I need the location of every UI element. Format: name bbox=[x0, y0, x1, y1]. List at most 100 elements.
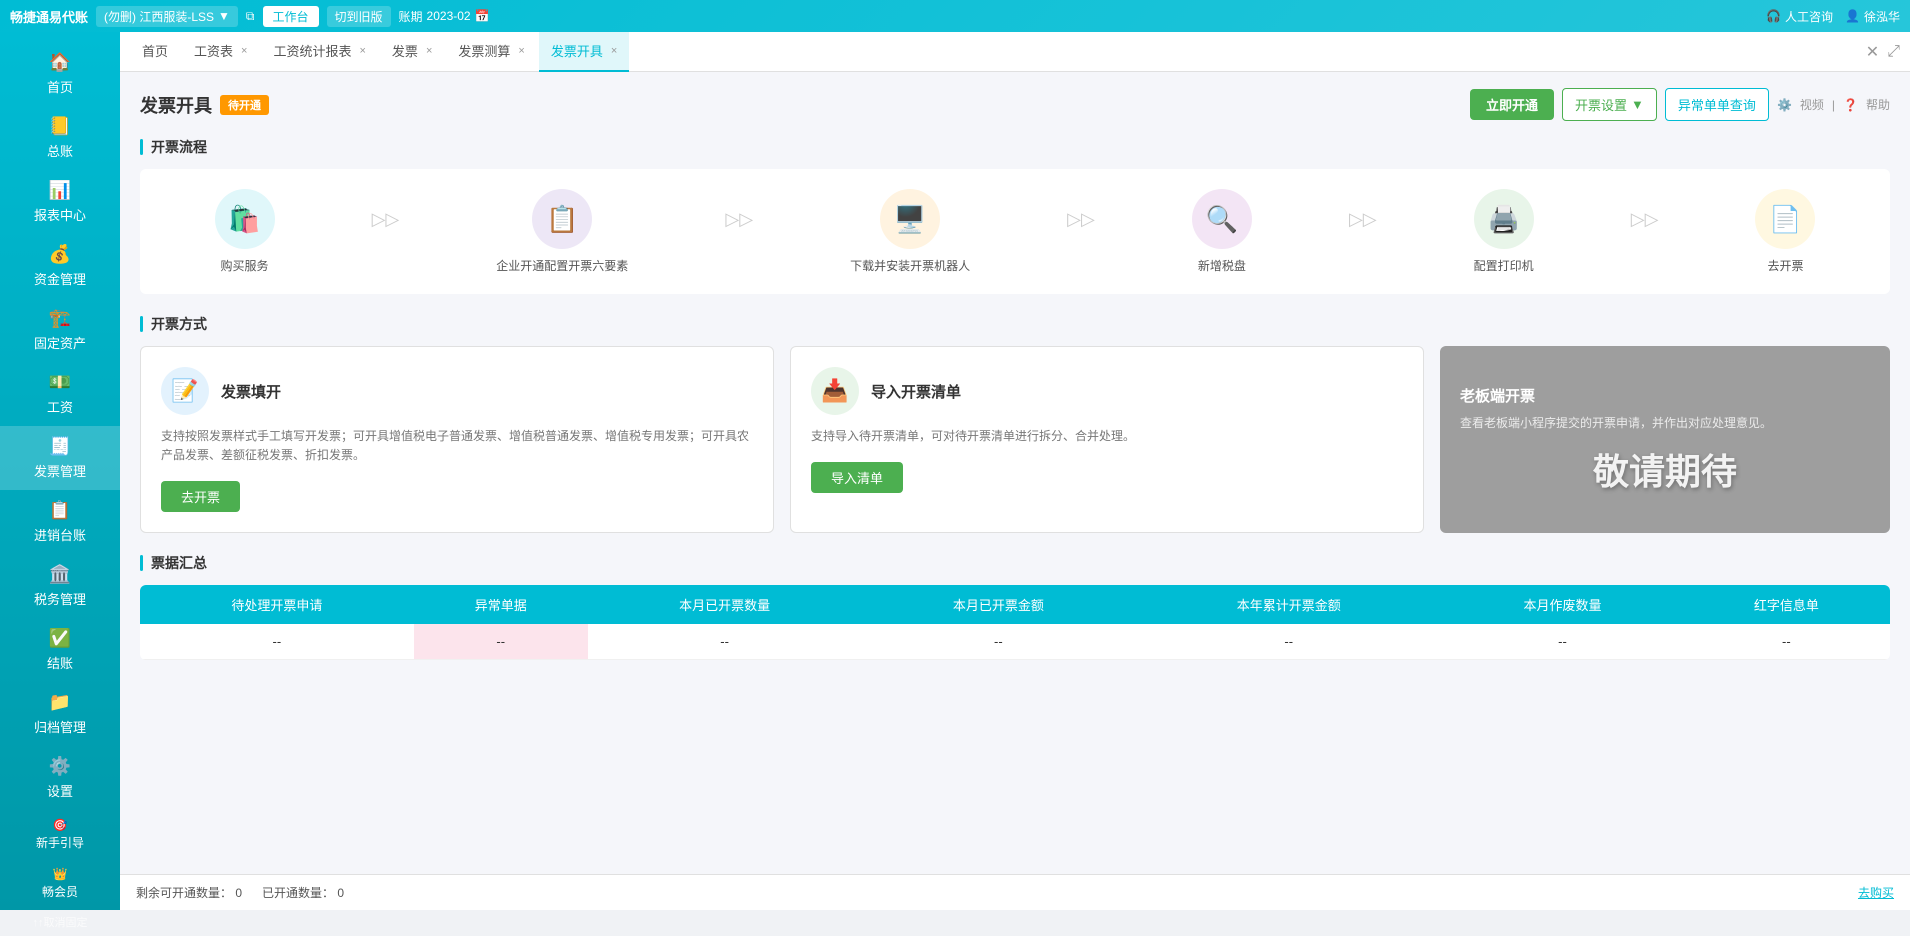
chevron-down-icon: ▼ bbox=[218, 9, 230, 23]
tab-home[interactable]: 首页 bbox=[130, 32, 180, 72]
content-area: 首页 工资表 × 工资统计报表 × 发票 × 发票测算 × 发票开具 × bbox=[120, 32, 1910, 910]
abnormal-query-button[interactable]: 异常单单查询 bbox=[1665, 88, 1769, 121]
sidebar-item-reconcile[interactable]: ✅ 结账 bbox=[0, 618, 120, 682]
import-list-button[interactable]: 导入清单 bbox=[811, 462, 903, 493]
sidebar-item-reports[interactable]: 📊 报表中心 bbox=[0, 170, 120, 234]
copy-icon[interactable]: ⧉ bbox=[246, 9, 255, 24]
status-badge: 待开通 bbox=[220, 95, 269, 115]
val-yearly-amount: -- bbox=[1135, 624, 1442, 660]
sidebar-item-label: 设置 bbox=[47, 781, 73, 800]
tab-invoice-open[interactable]: 发票开具 × bbox=[539, 32, 629, 72]
val-monthly-amount: -- bbox=[861, 624, 1135, 660]
top-bar-right: 🎧 人工咨询 👤 徐泓华 bbox=[1766, 8, 1900, 25]
sidebar-item-purchase[interactable]: 📋 进销台账 bbox=[0, 490, 120, 554]
sidebar-item-guide[interactable]: 🎯 新手引导 bbox=[0, 810, 120, 859]
tab-invoice-open-label: 发票开具 bbox=[551, 41, 603, 60]
sidebar-item-tax[interactable]: 🏛️ 税务管理 bbox=[0, 554, 120, 618]
workspace-button[interactable]: 工作台 bbox=[263, 6, 319, 27]
sidebar-item-home[interactable]: 🏠 首页 bbox=[0, 42, 120, 106]
arrow-5: ▷▷ bbox=[1631, 209, 1659, 230]
page-title-actions: 立即开通 开票设置 ▼ 异常单单查询 ⚙️ 视频 | ❓ 帮助 bbox=[1470, 88, 1890, 121]
issue-invoice-icon: 📄 bbox=[1769, 204, 1801, 235]
tab-invoice-open-close[interactable]: × bbox=[611, 45, 617, 57]
sidebar-item-label: 结账 bbox=[47, 653, 73, 672]
invoice-methods-section: 开票方式 📝 发票填开 支持按照发票样式手工填写开发票；可开具增值税电子普通发票… bbox=[140, 314, 1890, 533]
sidebar-item-invoice[interactable]: 🧾 发票管理 bbox=[0, 426, 120, 490]
tab-invoice-label: 发票 bbox=[392, 41, 418, 60]
view-icon[interactable]: ⚙️ bbox=[1777, 98, 1792, 112]
summary-header-row: 待处理开票申请 异常单据 本月已开票数量 本月已开票金额 本年累计开票金额 本月… bbox=[140, 585, 1890, 624]
tab-invoice-calc-close[interactable]: × bbox=[518, 45, 524, 57]
tab-payroll-table-close[interactable]: × bbox=[241, 45, 247, 57]
page-title-bar: 发票开具 待开通 立即开通 开票设置 ▼ 异常单单查询 ⚙️ 视频 | ❓ bbox=[140, 88, 1890, 121]
sidebar-item-funds[interactable]: 💰 资金管理 bbox=[0, 234, 120, 298]
add-tax-label: 新增税盘 bbox=[1198, 257, 1246, 274]
calendar-icon[interactable]: 📅 bbox=[475, 9, 490, 23]
manual-fill-header: 📝 发票填开 bbox=[161, 367, 753, 415]
process-step-issue-invoice[interactable]: 📄 去开票 bbox=[1755, 189, 1815, 274]
funds-icon: 💰 bbox=[49, 244, 71, 265]
page-content: 发票开具 待开通 立即开通 开票设置 ▼ 异常单单查询 ⚙️ 视频 | ❓ bbox=[120, 72, 1910, 874]
open-settings-button[interactable]: 开票设置 ▼ bbox=[1562, 88, 1657, 121]
buy-link[interactable]: 去购买 bbox=[1858, 884, 1894, 901]
sidebar-item-label: 首页 bbox=[47, 77, 73, 96]
sidebar-item-archive[interactable]: 📁 归档管理 bbox=[0, 682, 120, 746]
process-step-download-robot[interactable]: 🖥️ 下载并安装开票机器人 bbox=[850, 189, 970, 274]
sidebar-item-label: 总账 bbox=[47, 141, 73, 160]
arrow-3: ▷▷ bbox=[1067, 209, 1095, 230]
page-title-area: 发票开具 待开通 bbox=[140, 92, 269, 118]
process-step-buy-service[interactable]: 🛍️ 购买服务 bbox=[215, 189, 275, 274]
tab-payroll-stats-close[interactable]: × bbox=[359, 45, 365, 57]
import-header: 📥 导入开票清单 bbox=[811, 367, 1403, 415]
config-printer-icon: 🖨️ bbox=[1487, 204, 1519, 235]
col-red-info: 红字信息单 bbox=[1683, 585, 1890, 624]
val-pending: -- bbox=[140, 624, 414, 660]
process-step-config-enterprise[interactable]: 📋 企业开通配置开票六要素 bbox=[496, 189, 628, 274]
process-step-config-printer[interactable]: 🖨️ 配置打印机 bbox=[1474, 189, 1534, 274]
import-card[interactable]: 📥 导入开票清单 支持导入待开票清单，可对待开票清单进行拆分、合并处理。 导入清… bbox=[790, 346, 1424, 533]
sidebar-item-ledger[interactable]: 📒 总账 bbox=[0, 106, 120, 170]
payroll-icon: 💵 bbox=[49, 372, 71, 393]
tab-invoice-close[interactable]: × bbox=[426, 45, 432, 57]
unpin-button[interactable]: ↑↑取消固定 bbox=[0, 908, 120, 936]
opened-text: 已开通数量： 0 bbox=[262, 884, 344, 901]
config-printer-icon-wrap: 🖨️ bbox=[1474, 189, 1534, 249]
go-issue-button[interactable]: 去开票 bbox=[161, 481, 240, 512]
tab-invoice-calc[interactable]: 发票测算 × bbox=[446, 32, 536, 72]
sidebar-item-label: 固定资产 bbox=[34, 333, 86, 352]
manual-fill-card[interactable]: 📝 发票填开 支持按照发票样式手工填写开发票；可开具增值税电子普通发票、增值税普… bbox=[140, 346, 774, 533]
process-step-add-tax[interactable]: 🔍 新增税盘 bbox=[1192, 189, 1252, 274]
val-abnormal: -- bbox=[414, 624, 588, 660]
period-selector[interactable]: 账期 2023-02 📅 bbox=[399, 8, 490, 25]
close-all-button[interactable]: ✕ bbox=[1866, 42, 1879, 62]
sidebar-item-assets[interactable]: 🏗️ 固定资产 bbox=[0, 298, 120, 362]
divider: | bbox=[1832, 98, 1835, 112]
add-tax-icon-wrap: 🔍 bbox=[1192, 189, 1252, 249]
reports-icon: 📊 bbox=[49, 180, 71, 201]
process-flow-section: 开票流程 🛍️ 购买服务 ▷▷ 📋 企业开通配置开票六要素 bbox=[140, 137, 1890, 294]
sidebar-item-payroll[interactable]: 💵 工资 bbox=[0, 362, 120, 426]
arrow-1: ▷▷ bbox=[372, 209, 400, 230]
tab-invoice[interactable]: 发票 × bbox=[380, 32, 444, 72]
company-selector[interactable]: (勿删) 江西服装-LSS ▼ bbox=[96, 6, 238, 27]
val-red-info: -- bbox=[1683, 624, 1890, 660]
manual-fill-icon: 📝 bbox=[161, 367, 209, 415]
help-icon[interactable]: ❓ bbox=[1843, 98, 1858, 112]
sidebar-item-label: 进销台账 bbox=[34, 525, 86, 544]
user-avatar[interactable]: 👤 徐泓华 bbox=[1845, 8, 1900, 25]
period-text: 账期 bbox=[399, 8, 423, 25]
restore-button[interactable]: ⤢ bbox=[1887, 43, 1900, 61]
tab-payroll-table-label: 工资表 bbox=[194, 41, 233, 60]
immediate-open-button[interactable]: 立即开通 bbox=[1470, 89, 1554, 120]
tab-bar-actions: ✕ ⤢ bbox=[1866, 42, 1900, 62]
page-title-text: 发票开具 bbox=[140, 92, 212, 118]
sidebar-item-settings[interactable]: ⚙️ 设置 bbox=[0, 746, 120, 810]
old-version-button[interactable]: 切到旧版 bbox=[327, 6, 391, 27]
customer-service[interactable]: 🎧 人工咨询 bbox=[1766, 8, 1833, 25]
tab-payroll-stats[interactable]: 工资统计报表 × bbox=[261, 32, 377, 72]
tab-payroll-table[interactable]: 工资表 × bbox=[182, 32, 259, 72]
reconcile-icon: ✅ bbox=[49, 628, 71, 649]
sidebar-item-member[interactable]: 👑 畅会员 bbox=[0, 859, 120, 908]
process-flow-title: 开票流程 bbox=[140, 137, 1890, 157]
settings-text: 开票设置 bbox=[1575, 95, 1627, 114]
